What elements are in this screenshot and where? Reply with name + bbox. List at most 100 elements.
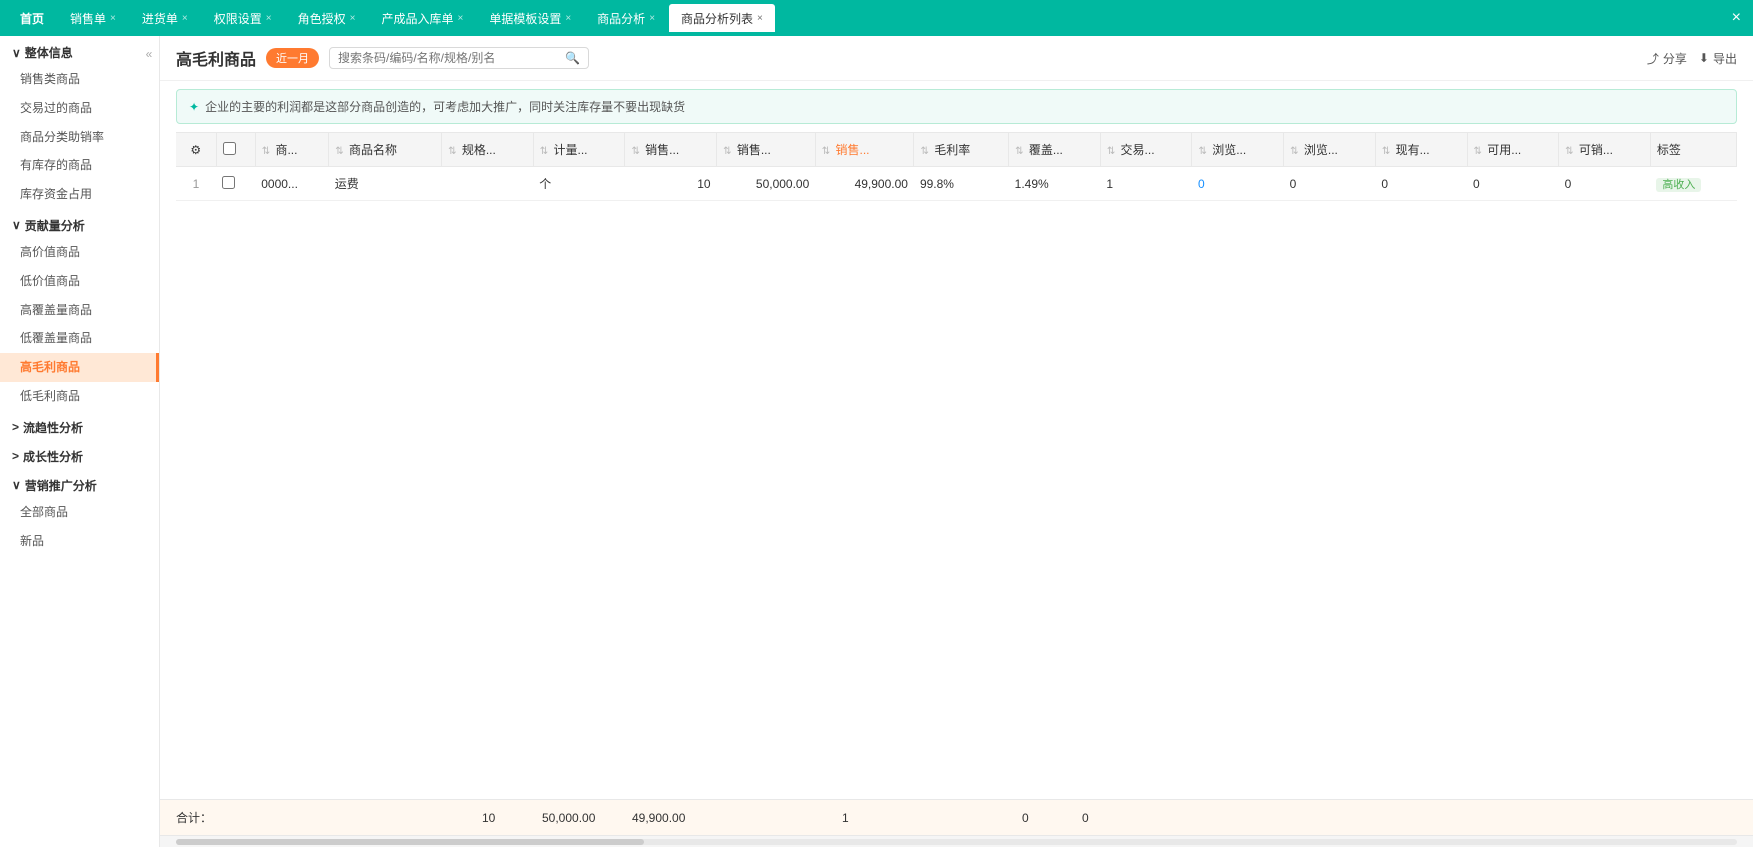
th-index: ⚙: [176, 133, 216, 167]
cell-sales-amt: 50,000.00: [717, 167, 816, 201]
settings-icon[interactable]: ⚙: [190, 143, 201, 157]
cell-unit: 个: [533, 167, 625, 201]
search-box: 🔍: [329, 47, 589, 69]
close-all-button[interactable]: ×: [1728, 5, 1745, 31]
close-icon[interactable]: ×: [350, 13, 356, 24]
footer-available: 0: [1076, 811, 1136, 825]
chevron-right-icon: >: [12, 420, 19, 434]
sidebar-collapse-button[interactable]: «: [139, 44, 159, 64]
sidebar-item-low-margin[interactable]: 低毛利商品: [0, 382, 159, 411]
table-footer: 合计： 10 50,000.00 49,900.00 1 0 0: [160, 799, 1753, 835]
nav-tab-permissions[interactable]: 权限设置 ×: [202, 4, 284, 32]
sidebar-item-high-value[interactable]: 高价值商品: [0, 238, 159, 267]
footer-spacer4: [896, 811, 1016, 825]
chevron-down-icon: ∨: [12, 478, 21, 492]
cell-index: 1: [176, 167, 216, 201]
th-trade[interactable]: ⇅ 交易...: [1100, 133, 1192, 167]
close-icon[interactable]: ×: [565, 13, 571, 24]
search-icon[interactable]: 🔍: [565, 51, 580, 65]
row-checkbox[interactable]: [222, 176, 235, 189]
cell-checkbox[interactable]: [216, 167, 255, 201]
cell-browse2: 0: [1284, 167, 1376, 201]
sidebar-group-flow[interactable]: > 流趋性分析: [0, 411, 159, 440]
th-browse1[interactable]: ⇅ 浏览...: [1192, 133, 1284, 167]
th-saleable[interactable]: ⇅ 可销...: [1559, 133, 1651, 167]
table-wrapper: ⚙ ⇅ 商... ⇅ 商品名称: [160, 132, 1753, 799]
sidebar-item-low-coverage[interactable]: 低覆盖量商品: [0, 324, 159, 353]
nav-tab-sales[interactable]: 销售单 ×: [58, 4, 128, 32]
header-actions: ⤴ 分享 ⬇ 导出: [1647, 50, 1737, 67]
sidebar-item-stock-capital[interactable]: 库存资金占用: [0, 180, 159, 209]
close-icon[interactable]: ×: [649, 13, 655, 24]
nav-tab-template[interactable]: 单据模板设置 ×: [477, 4, 583, 32]
sidebar-item-category-rate[interactable]: 商品分类助销率: [0, 123, 159, 152]
sidebar-item-sales-goods[interactable]: 销售类商品: [0, 65, 159, 94]
sidebar-group-overall[interactable]: ∨ 整体信息: [0, 36, 159, 65]
sidebar-item-new-goods[interactable]: 新品: [0, 527, 159, 556]
horizontal-scrollbar[interactable]: [160, 835, 1753, 847]
th-spec[interactable]: ⇅ 规格...: [442, 133, 534, 167]
th-available[interactable]: ⇅ 可用...: [1467, 133, 1559, 167]
chevron-down-icon: ∨: [12, 218, 21, 232]
close-icon[interactable]: ×: [182, 13, 188, 24]
th-current[interactable]: ⇅ 现有...: [1375, 133, 1467, 167]
th-tag[interactable]: 标签: [1650, 133, 1736, 167]
sidebar-item-low-value[interactable]: 低价值商品: [0, 267, 159, 296]
th-sales-cost[interactable]: ⇅ 销售...: [815, 133, 914, 167]
th-gross-margin[interactable]: ⇅ 毛利率: [914, 133, 1009, 167]
top-nav: 首页 销售单 × 进货单 × 权限设置 × 角色授权 × 产成品入库单 × 单据…: [0, 0, 1753, 36]
sidebar: « ∨ 整体信息 销售类商品 交易过的商品 商品分类助销率 有库存的商品 库存资…: [0, 36, 160, 847]
sidebar-item-all-goods[interactable]: 全部商品: [0, 498, 159, 527]
th-sales-qty[interactable]: ⇅ 销售...: [625, 133, 717, 167]
cell-browse1[interactable]: 0: [1192, 167, 1284, 201]
time-filter-button[interactable]: 近一月: [266, 48, 319, 68]
search-input[interactable]: [338, 51, 559, 65]
cell-available: 0: [1467, 167, 1559, 201]
sidebar-item-high-coverage[interactable]: 高覆盖量商品: [0, 296, 159, 325]
footer-spacer1: [236, 811, 436, 825]
sidebar-item-stocked-goods[interactable]: 有库存的商品: [0, 151, 159, 180]
sidebar-item-high-margin[interactable]: 高毛利商品: [0, 353, 159, 382]
sidebar-group-contribution[interactable]: ∨ 贡献量分析: [0, 209, 159, 238]
th-name[interactable]: ⇅ 商品名称: [329, 133, 442, 167]
nav-tab-purchase[interactable]: 进货单 ×: [130, 4, 200, 32]
nav-tab-roles[interactable]: 角色授权 ×: [286, 4, 368, 32]
close-icon[interactable]: ×: [457, 13, 463, 24]
footer-label: 合计：: [176, 809, 236, 826]
export-icon: ⬇: [1699, 51, 1709, 65]
th-unit[interactable]: ⇅ 计量...: [533, 133, 625, 167]
select-all-checkbox[interactable]: [223, 142, 236, 155]
share-button[interactable]: ⤴ 分享: [1647, 50, 1687, 67]
th-coverage[interactable]: ⇅ 覆盖...: [1009, 133, 1101, 167]
scrollbar-thumb[interactable]: [176, 839, 644, 845]
table-row: 1 0000... 运费 个 10 50,000.00 49,900.00 99…: [176, 167, 1737, 201]
cell-sales-cost: 49,900.00: [815, 167, 914, 201]
close-icon[interactable]: ×: [266, 13, 272, 24]
nav-tab-home[interactable]: 首页: [8, 4, 56, 32]
footer-sales-qty: 10: [476, 811, 536, 825]
th-sales-amt[interactable]: ⇅ 销售...: [717, 133, 816, 167]
cell-sales-qty: 10: [625, 167, 717, 201]
nav-tab-production[interactable]: 产成品入库单 ×: [369, 4, 475, 32]
sidebar-group-growth[interactable]: > 成长性分析: [0, 440, 159, 469]
share-icon: ⤴: [1647, 50, 1659, 67]
footer-spacer3: [716, 811, 836, 825]
export-button[interactable]: ⬇ 导出: [1699, 50, 1737, 67]
th-browse2[interactable]: ⇅ 浏览...: [1284, 133, 1376, 167]
sidebar-group-marketing[interactable]: ∨ 营销推广分析: [0, 469, 159, 498]
close-icon[interactable]: ×: [757, 13, 763, 24]
nav-tab-analysis[interactable]: 商品分析 ×: [585, 4, 667, 32]
chevron-right-icon: >: [12, 449, 19, 463]
info-icon: ✦: [189, 100, 199, 114]
footer-cells: 10 50,000.00 49,900.00 1 0 0: [236, 811, 1737, 825]
close-icon[interactable]: ×: [110, 13, 116, 24]
scrollbar-track: [176, 839, 1737, 845]
footer-trade: 1: [836, 811, 896, 825]
sidebar-item-traded-goods[interactable]: 交易过的商品: [0, 94, 159, 123]
th-code[interactable]: ⇅ 商...: [255, 133, 329, 167]
footer-current: 0: [1016, 811, 1076, 825]
main-layout: « ∨ 整体信息 销售类商品 交易过的商品 商品分类助销率 有库存的商品 库存资…: [0, 36, 1753, 847]
cell-name: 运费: [329, 167, 442, 201]
nav-tab-analysis-list[interactable]: 商品分析列表 ×: [669, 4, 775, 32]
th-checkbox[interactable]: [216, 133, 255, 167]
